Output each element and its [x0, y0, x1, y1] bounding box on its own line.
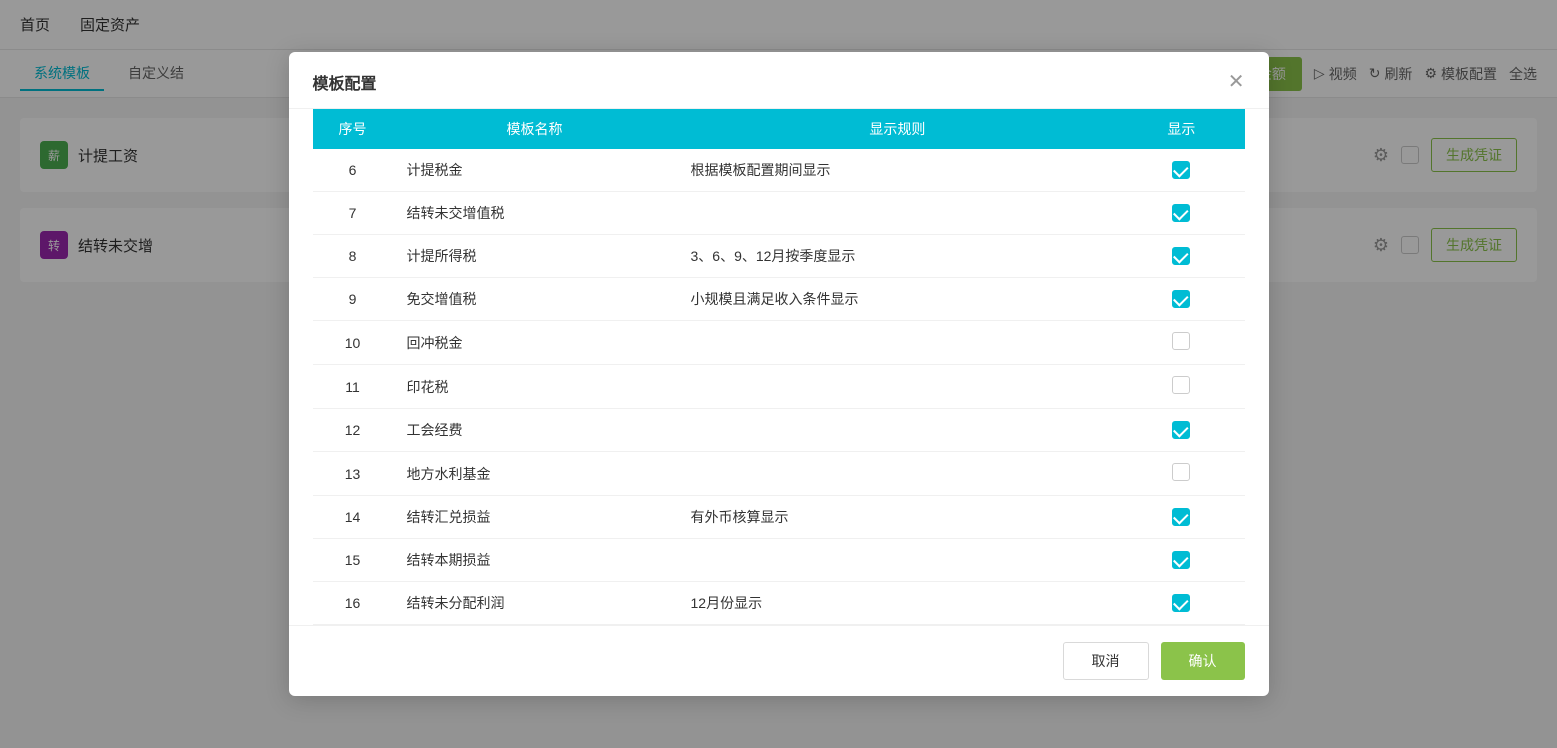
- col-header-seq: 序号: [313, 109, 393, 149]
- cell-rule: [677, 409, 1119, 452]
- cell-seq: 12: [313, 409, 393, 452]
- checkbox-13[interactable]: [1172, 463, 1190, 481]
- cell-checkbox[interactable]: [1118, 192, 1244, 235]
- confirm-button[interactable]: 确认: [1161, 642, 1245, 680]
- cell-seq: 13: [313, 452, 393, 496]
- cell-rule: [677, 452, 1119, 496]
- cell-checkbox[interactable]: [1118, 321, 1244, 365]
- checkbox-12[interactable]: [1172, 421, 1190, 439]
- cell-checkbox[interactable]: [1118, 539, 1244, 582]
- checkbox-9[interactable]: [1172, 290, 1190, 308]
- cell-name: 结转未交增值税: [393, 192, 677, 235]
- cell-rule: 12月份显示: [677, 582, 1119, 625]
- table-row: 6计提税金根据模板配置期间显示: [313, 149, 1245, 192]
- cell-seq: 7: [313, 192, 393, 235]
- cell-checkbox[interactable]: [1118, 365, 1244, 409]
- checkbox-7[interactable]: [1172, 204, 1190, 222]
- checkbox-11[interactable]: [1172, 376, 1190, 394]
- cell-rule: [677, 539, 1119, 582]
- cell-name: 结转本期损益: [393, 539, 677, 582]
- checkbox-14[interactable]: [1172, 508, 1190, 526]
- cell-name: 结转汇兑损益: [393, 496, 677, 539]
- cell-rule: 3、6、9、12月按季度显示: [677, 235, 1119, 278]
- cell-checkbox[interactable]: [1118, 278, 1244, 321]
- modal-body[interactable]: 序号 模板名称 显示规则 显示 6计提税金根据模板配置期间显示7结转未交增值税8…: [289, 109, 1269, 625]
- checkbox-8[interactable]: [1172, 247, 1190, 265]
- cell-checkbox[interactable]: [1118, 235, 1244, 278]
- table-row: 11印花税: [313, 365, 1245, 409]
- cell-rule: [677, 192, 1119, 235]
- cell-seq: 9: [313, 278, 393, 321]
- cell-name: 回冲税金: [393, 321, 677, 365]
- cell-name: 免交增值税: [393, 278, 677, 321]
- cell-name: 计提所得税: [393, 235, 677, 278]
- col-header-name: 模板名称: [393, 109, 677, 149]
- cell-name: 结转未分配利润: [393, 582, 677, 625]
- cell-rule: [677, 321, 1119, 365]
- table-row: 7结转未交增值税: [313, 192, 1245, 235]
- cell-seq: 14: [313, 496, 393, 539]
- cell-seq: 16: [313, 582, 393, 625]
- config-table: 序号 模板名称 显示规则 显示 6计提税金根据模板配置期间显示7结转未交增值税8…: [313, 109, 1245, 625]
- modal-overlay: 模板配置 ✕ 序号 模板名称 显示规则 显示 6计提税金根据模板配置期间显示7结…: [0, 0, 1557, 748]
- col-header-display: 显示: [1118, 109, 1244, 149]
- modal-title: 模板配置: [313, 70, 377, 94]
- cell-name: 工会经费: [393, 409, 677, 452]
- table-row: 12工会经费: [313, 409, 1245, 452]
- modal-header: 模板配置 ✕: [289, 52, 1269, 109]
- cancel-button[interactable]: 取消: [1063, 642, 1149, 680]
- table-row: 14结转汇兑损益有外币核算显示: [313, 496, 1245, 539]
- cell-rule: 根据模板配置期间显示: [677, 149, 1119, 192]
- cell-checkbox[interactable]: [1118, 409, 1244, 452]
- cell-checkbox[interactable]: [1118, 582, 1244, 625]
- table-row: 9免交增值税小规模且满足收入条件显示: [313, 278, 1245, 321]
- cell-seq: 10: [313, 321, 393, 365]
- cell-rule: 小规模且满足收入条件显示: [677, 278, 1119, 321]
- table-row: 16结转未分配利润12月份显示: [313, 582, 1245, 625]
- col-header-rule: 显示规则: [677, 109, 1119, 149]
- table-row: 13地方水利基金: [313, 452, 1245, 496]
- modal-close-btn[interactable]: ✕: [1228, 72, 1245, 92]
- table-row: 10回冲税金: [313, 321, 1245, 365]
- checkbox-10[interactable]: [1172, 332, 1190, 350]
- cell-name: 地方水利基金: [393, 452, 677, 496]
- cell-checkbox[interactable]: [1118, 452, 1244, 496]
- modal-template-config: 模板配置 ✕ 序号 模板名称 显示规则 显示 6计提税金根据模板配置期间显示7结…: [289, 52, 1269, 696]
- cell-seq: 6: [313, 149, 393, 192]
- cell-rule: 有外币核算显示: [677, 496, 1119, 539]
- cell-name: 印花税: [393, 365, 677, 409]
- cell-checkbox[interactable]: [1118, 149, 1244, 192]
- table-row: 15结转本期损益: [313, 539, 1245, 582]
- modal-footer: 取消 确认: [289, 625, 1269, 696]
- cell-rule: [677, 365, 1119, 409]
- cell-seq: 8: [313, 235, 393, 278]
- cell-name: 计提税金: [393, 149, 677, 192]
- cell-seq: 11: [313, 365, 393, 409]
- cell-seq: 15: [313, 539, 393, 582]
- table-row: 8计提所得税3、6、9、12月按季度显示: [313, 235, 1245, 278]
- checkbox-6[interactable]: [1172, 161, 1190, 179]
- checkbox-15[interactable]: [1172, 551, 1190, 569]
- checkbox-16[interactable]: [1172, 594, 1190, 612]
- cell-checkbox[interactable]: [1118, 496, 1244, 539]
